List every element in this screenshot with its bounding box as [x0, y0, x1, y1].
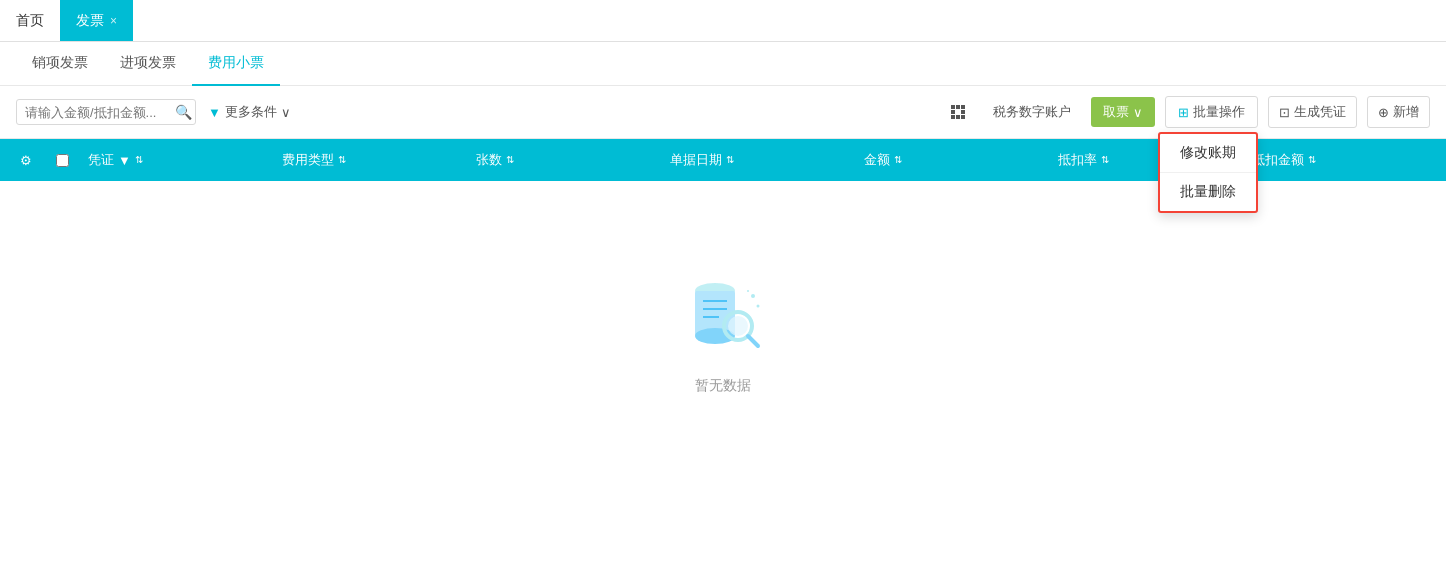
svg-point-7 [728, 316, 748, 336]
batch-ops-dropdown: 修改账期 批量删除 [1158, 132, 1258, 213]
th-deduction-amount-sort: ⇅ [1308, 155, 1316, 165]
th-expense-type[interactable]: 费用类型 ⇅ [274, 151, 468, 169]
tab-input[interactable]: 进项发票 [104, 42, 192, 86]
th-settings[interactable]: ⚙ [8, 153, 44, 168]
th-amount-sort: ⇅ [894, 155, 902, 165]
svg-point-10 [757, 305, 760, 308]
svg-line-8 [748, 336, 758, 346]
toolbar-left: 🔍 ▼ 更多条件 ∨ [16, 99, 291, 125]
th-deduction-rate-sort: ⇅ [1101, 155, 1109, 165]
th-date[interactable]: 单据日期 ⇅ [662, 151, 856, 169]
th-deduction-amount-label: 抵扣金额 [1252, 151, 1304, 169]
sub-tabs: 销项发票 进项发票 费用小票 [0, 42, 1446, 86]
th-count[interactable]: 张数 ⇅ [468, 151, 662, 169]
svg-point-9 [751, 294, 755, 298]
dropdown-item-modify-period[interactable]: 修改账期 [1160, 134, 1256, 172]
th-expense-type-sort: ⇅ [338, 155, 346, 165]
th-deduction-amount[interactable]: 抵扣金额 ⇅ [1244, 151, 1438, 169]
top-nav: 首页 发票 × [0, 0, 1446, 42]
tab-sales[interactable]: 销项发票 [16, 42, 104, 86]
generate-voucher-btn[interactable]: ⊡ 生成凭证 [1268, 96, 1357, 128]
search-input[interactable] [25, 105, 175, 120]
th-count-sort: ⇅ [506, 155, 514, 165]
voucher-icon: ⊡ [1279, 105, 1290, 120]
generate-voucher-label: 生成凭证 [1294, 103, 1346, 121]
th-date-sort: ⇅ [726, 155, 734, 165]
take-ticket-label: 取票 [1103, 103, 1129, 121]
th-amount-label: 金额 [864, 151, 890, 169]
batch-ops-icon: ⊞ [1178, 105, 1189, 120]
tax-digital-btn[interactable]: 税务数字账户 [983, 99, 1081, 125]
batch-ops-btn[interactable]: ⊞ 批量操作 [1165, 96, 1258, 128]
select-all-checkbox[interactable] [56, 154, 69, 167]
empty-illustration [673, 261, 773, 361]
search-wrap: 🔍 [16, 99, 196, 125]
th-amount[interactable]: 金额 ⇅ [856, 151, 1050, 169]
batch-ops-label: 批量操作 [1193, 103, 1245, 121]
th-count-label: 张数 [476, 151, 502, 169]
dropdown-item-batch-delete[interactable]: 批量删除 [1160, 172, 1256, 211]
nav-tab-label: 发票 [76, 12, 104, 30]
search-icon[interactable]: 🔍 [175, 104, 192, 120]
th-voucher-filter-icon: ▼ [118, 153, 131, 168]
th-deduction-rate-label: 抵扣率 [1058, 151, 1097, 169]
empty-text: 暂无数据 [695, 377, 751, 395]
filter-icon: ▼ [208, 105, 221, 120]
more-conditions-btn[interactable]: ▼ 更多条件 ∨ [208, 103, 291, 121]
th-voucher[interactable]: 凭证 ▼ ⇅ [80, 151, 274, 169]
batch-ops-wrap: ⊞ 批量操作 修改账期 批量删除 [1165, 96, 1258, 128]
th-expense-type-label: 费用类型 [282, 151, 334, 169]
svg-point-11 [747, 290, 749, 292]
chevron-down-icon-ticket: ∨ [1133, 105, 1143, 120]
close-tab-icon[interactable]: × [110, 14, 117, 28]
qr-icon-btn[interactable] [943, 97, 973, 127]
th-voucher-sort: ⇅ [135, 155, 143, 165]
th-voucher-label: 凭证 [88, 151, 114, 169]
chevron-down-icon: ∨ [281, 105, 291, 120]
tab-expense[interactable]: 费用小票 [192, 42, 280, 86]
nav-tab-invoice[interactable]: 发票 × [60, 0, 133, 41]
th-date-label: 单据日期 [670, 151, 722, 169]
nav-home[interactable]: 首页 [0, 0, 60, 41]
empty-state: 暂无数据 [0, 181, 1446, 435]
take-ticket-btn[interactable]: 取票 ∨ [1091, 97, 1155, 127]
toolbar-right: 税务数字账户 取票 ∨ ⊞ 批量操作 修改账期 批量删除 ⊡ [943, 96, 1430, 128]
plus-icon: ⊕ [1378, 105, 1389, 120]
more-conditions-label: 更多条件 [225, 103, 277, 121]
add-new-label: 新增 [1393, 103, 1419, 121]
add-new-btn[interactable]: ⊕ 新增 [1367, 96, 1430, 128]
toolbar: 🔍 ▼ 更多条件 ∨ 税务数字账户 取票 [0, 86, 1446, 139]
main-content: 销项发票 进项发票 费用小票 🔍 ▼ 更多条件 ∨ [0, 42, 1446, 584]
qr-grid-icon [951, 105, 965, 119]
th-checkbox[interactable] [44, 154, 80, 167]
